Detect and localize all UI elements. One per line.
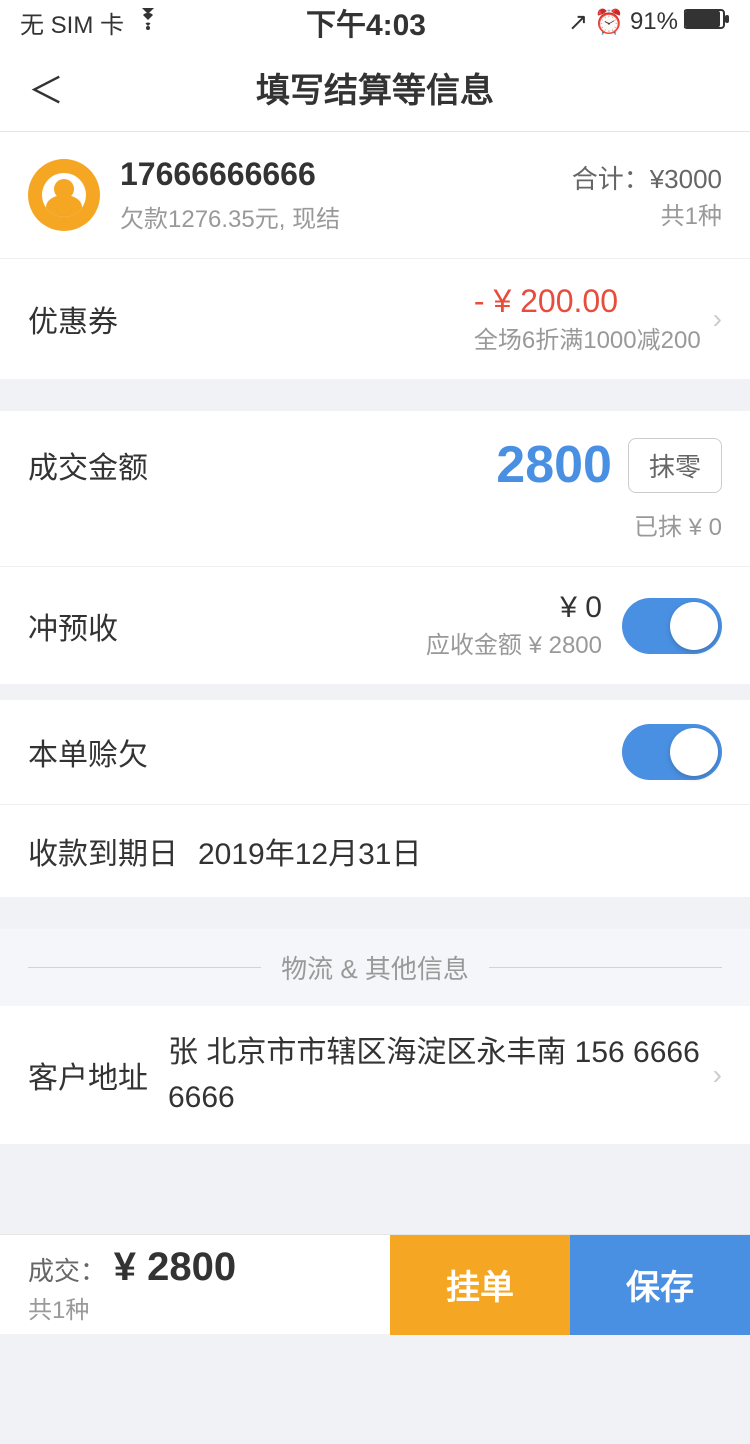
- precharge-row: 冲预收 ¥ 0 应收金额 ¥ 2800: [0, 566, 750, 684]
- avatar: [28, 159, 100, 231]
- bottom-bar: 成交： ¥ 2800 共1种 挂单 保存: [0, 1234, 750, 1334]
- credit-toggle[interactable]: [622, 724, 722, 780]
- back-button[interactable]: ＜: [28, 62, 64, 114]
- page-title: 填写结算等信息: [256, 63, 494, 112]
- bottom-summary: 成交： ¥ 2800 共1种: [0, 1245, 390, 1325]
- coupon-label: 优惠券: [28, 297, 118, 341]
- status-time: 下午4:03: [306, 0, 426, 44]
- amount-sub: 已抹 ¥ 0: [634, 514, 722, 541]
- precharge-label: 冲预收: [28, 604, 118, 648]
- sim-label: 无 SIM 卡: [20, 5, 124, 40]
- credit-section: 本单赊欠 收款到期日 2019年12月31日: [0, 700, 750, 897]
- duedate-value: 2019年12月31日: [198, 829, 421, 873]
- customer-info: 17666666666 欠款1276.35元, 现结: [120, 156, 340, 234]
- amount-section: 成交金额 2800 抹零 已抹 ¥ 0: [0, 411, 750, 566]
- duedate-row: 收款到期日 2019年12月31日: [0, 804, 750, 897]
- credit-label: 本单赊欠: [28, 730, 148, 774]
- toggle-thumb: [670, 602, 718, 650]
- logistics-line-left: [28, 967, 261, 968]
- customer-phone: 17666666666: [120, 156, 340, 193]
- status-right: ↗ ⏰ 91%: [568, 8, 730, 37]
- address-value: 张 北京市市辖区海淀区永丰南 156 6666 6666: [168, 1030, 713, 1120]
- bottom-deal-label: 成交：: [28, 1256, 106, 1286]
- address-row[interactable]: 客户地址 张 北京市市辖区海淀区永丰南 156 6666 6666 ›: [0, 1006, 750, 1144]
- battery-icon: [684, 8, 730, 37]
- divider-gray-1: [0, 395, 750, 411]
- customer-right: 合计：¥3000 共1种: [572, 159, 722, 231]
- customer-debt: 欠款1276.35元, 现结: [120, 199, 340, 234]
- avatar-icon: [42, 173, 86, 217]
- amount-row: 成交金额 2800 抹零: [28, 435, 722, 495]
- precharge-sub: 应收金额 ¥ 2800: [426, 625, 602, 660]
- chevron-right-icon: ›: [713, 303, 722, 335]
- credit-row: 本单赊欠: [0, 700, 750, 804]
- address-chevron-icon: ›: [713, 1059, 722, 1091]
- customer-row: 17666666666 欠款1276.35元, 现结 合计：¥3000 共1种: [0, 132, 750, 258]
- credit-toggle-thumb: [670, 728, 718, 776]
- status-bar: 无 SIM 卡 下午4:03 ↗ ⏰ 91%: [0, 0, 750, 44]
- customer-section: 17666666666 欠款1276.35元, 现结 合计：¥3000 共1种 …: [0, 132, 750, 379]
- total-label: 合计：¥3000: [572, 159, 722, 196]
- status-left: 无 SIM 卡: [20, 5, 164, 40]
- location-icon: ↗: [568, 8, 588, 37]
- alarm-icon: ⏰: [594, 8, 624, 37]
- save-button[interactable]: 保存: [570, 1235, 750, 1335]
- hold-button[interactable]: 挂单: [390, 1235, 570, 1335]
- coupon-description: 全场6折满1000减200: [474, 320, 701, 355]
- customer-left: 17666666666 欠款1276.35元, 现结: [28, 156, 340, 234]
- precharge-right: ¥ 0 应收金额 ¥ 2800: [426, 591, 722, 660]
- logistics-divider: 物流 & 其他信息: [0, 929, 750, 1006]
- bottom-deal-row: 成交： ¥ 2800: [28, 1245, 362, 1290]
- bottom-deal-amount: ¥ 2800: [114, 1245, 236, 1289]
- coupon-row[interactable]: 优惠券 - ¥ 200.00 全场6折满1000减200 ›: [0, 258, 750, 379]
- coupon-right: - ¥ 200.00 全场6折满1000减200 ›: [474, 283, 722, 355]
- wifi-icon: [132, 8, 164, 37]
- logistics-line-right: [489, 967, 722, 968]
- bottom-count: 共1种: [28, 1290, 362, 1325]
- battery-level: 91%: [630, 8, 678, 36]
- precharge-amount: ¥ 0: [426, 591, 602, 625]
- round-button[interactable]: 抹零: [628, 438, 722, 493]
- total-count: 共1种: [572, 196, 722, 231]
- logistics-text: 物流 & 其他信息: [281, 949, 469, 986]
- amount-value-group: 2800 抹零: [496, 435, 722, 495]
- amount-number: 2800: [496, 435, 612, 495]
- amount-label: 成交金额: [28, 443, 148, 487]
- address-label: 客户地址: [28, 1053, 148, 1097]
- nav-bar: ＜ 填写结算等信息: [0, 44, 750, 132]
- coupon-discount: - ¥ 200.00: [474, 283, 701, 320]
- divider-gray-2: [0, 684, 750, 700]
- precharge-value-group: ¥ 0 应收金额 ¥ 2800: [426, 591, 602, 660]
- precharge-toggle[interactable]: [622, 598, 722, 654]
- duedate-label: 收款到期日: [28, 829, 178, 873]
- divider-gray-3: [0, 913, 750, 929]
